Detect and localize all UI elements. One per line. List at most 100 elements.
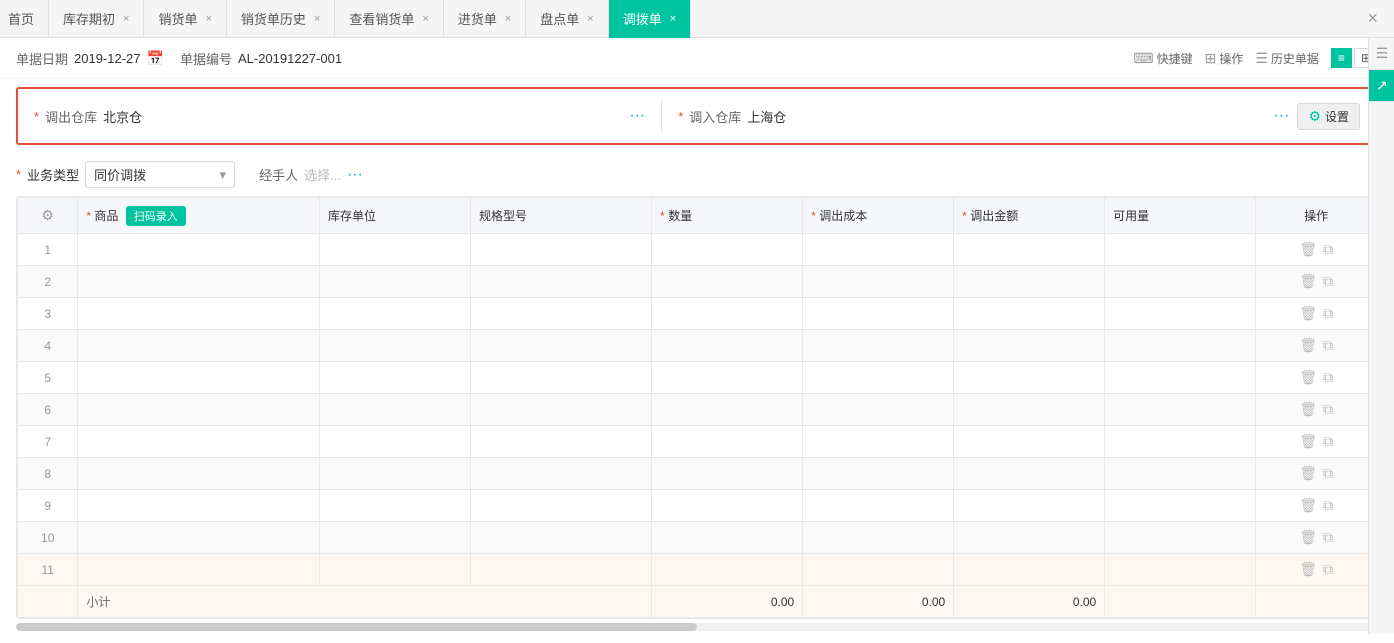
delete-icon[interactable]: 🗑 bbox=[1299, 369, 1317, 386]
row-amount[interactable] bbox=[954, 458, 1105, 490]
close-icon[interactable]: × bbox=[587, 13, 593, 25]
row-spec[interactable] bbox=[470, 394, 651, 426]
sidebar-list-icon[interactable]: ☰ bbox=[1369, 38, 1394, 70]
row-qty[interactable] bbox=[652, 522, 803, 554]
row-unit[interactable] bbox=[319, 234, 470, 266]
delete-icon[interactable]: 🗑 bbox=[1299, 465, 1317, 482]
row-qty[interactable] bbox=[652, 266, 803, 298]
tab-transfer[interactable]: 调拨单 × bbox=[609, 0, 691, 38]
copy-icon[interactable]: ⧉ bbox=[1323, 241, 1333, 258]
row-cost[interactable] bbox=[803, 330, 954, 362]
row-cost[interactable] bbox=[803, 554, 954, 586]
row-unit[interactable] bbox=[319, 490, 470, 522]
row-amount[interactable] bbox=[954, 554, 1105, 586]
tab-inventory-init[interactable]: 库存期初 × bbox=[49, 0, 144, 38]
close-icon[interactable]: × bbox=[205, 13, 211, 25]
copy-icon[interactable]: ⧉ bbox=[1323, 465, 1333, 482]
row-product[interactable] bbox=[78, 362, 320, 394]
row-qty[interactable] bbox=[652, 362, 803, 394]
row-product[interactable] bbox=[78, 490, 320, 522]
row-spec[interactable] bbox=[470, 426, 651, 458]
sidebar-expand-icon[interactable]: ↗ bbox=[1369, 70, 1394, 102]
row-product[interactable] bbox=[78, 330, 320, 362]
row-qty[interactable] bbox=[652, 298, 803, 330]
in-warehouse-more-btn[interactable]: ··· bbox=[1273, 107, 1289, 125]
copy-icon[interactable]: ⧉ bbox=[1323, 433, 1333, 450]
row-product[interactable] bbox=[78, 298, 320, 330]
row-cost[interactable] bbox=[803, 298, 954, 330]
copy-icon[interactable]: ⧉ bbox=[1323, 305, 1333, 322]
delete-icon[interactable]: 🗑 bbox=[1299, 305, 1317, 322]
tab-home[interactable]: 首页 bbox=[8, 0, 49, 38]
row-unit[interactable] bbox=[319, 266, 470, 298]
row-qty[interactable] bbox=[652, 330, 803, 362]
row-qty[interactable] bbox=[652, 490, 803, 522]
row-unit[interactable] bbox=[319, 362, 470, 394]
close-icon[interactable]: × bbox=[670, 13, 676, 25]
copy-icon[interactable]: ⧉ bbox=[1323, 497, 1333, 514]
calendar-icon[interactable]: 📅 bbox=[147, 50, 164, 67]
row-amount[interactable] bbox=[954, 490, 1105, 522]
row-cost[interactable] bbox=[803, 234, 954, 266]
settings-button[interactable]: ⚙ 设置 bbox=[1297, 103, 1360, 130]
row-amount[interactable] bbox=[954, 362, 1105, 394]
row-cost[interactable] bbox=[803, 490, 954, 522]
delete-icon[interactable]: 🗑 bbox=[1299, 273, 1317, 290]
row-amount[interactable] bbox=[954, 298, 1105, 330]
row-unit[interactable] bbox=[319, 298, 470, 330]
row-spec[interactable] bbox=[470, 458, 651, 490]
row-amount[interactable] bbox=[954, 394, 1105, 426]
row-spec[interactable] bbox=[470, 554, 651, 586]
copy-icon[interactable]: ⧉ bbox=[1323, 337, 1333, 354]
biz-type-select[interactable]: 同价调拨 ▾ bbox=[85, 161, 235, 188]
row-product[interactable] bbox=[78, 394, 320, 426]
operations-btn[interactable]: ⊞ 操作 bbox=[1205, 50, 1244, 67]
row-qty[interactable] bbox=[652, 426, 803, 458]
row-cost[interactable] bbox=[803, 394, 954, 426]
row-cost[interactable] bbox=[803, 362, 954, 394]
row-amount[interactable] bbox=[954, 426, 1105, 458]
row-unit[interactable] bbox=[319, 330, 470, 362]
delete-icon[interactable]: 🗑 bbox=[1299, 497, 1317, 514]
delete-icon[interactable]: 🗑 bbox=[1299, 337, 1317, 354]
row-cost[interactable] bbox=[803, 522, 954, 554]
row-unit[interactable] bbox=[319, 426, 470, 458]
row-cost[interactable] bbox=[803, 426, 954, 458]
row-spec[interactable] bbox=[470, 298, 651, 330]
row-unit[interactable] bbox=[319, 394, 470, 426]
history-btn[interactable]: ☰ 历史单据 bbox=[1255, 50, 1319, 67]
row-spec[interactable] bbox=[470, 234, 651, 266]
row-product[interactable] bbox=[78, 522, 320, 554]
row-spec[interactable] bbox=[470, 490, 651, 522]
row-spec[interactable] bbox=[470, 522, 651, 554]
row-qty[interactable] bbox=[652, 394, 803, 426]
close-icon[interactable]: × bbox=[422, 13, 428, 25]
row-spec[interactable] bbox=[470, 266, 651, 298]
row-qty[interactable] bbox=[652, 554, 803, 586]
tab-sales-order[interactable]: 销货单 × bbox=[144, 0, 226, 38]
tab-view-sales[interactable]: 查看销货单 × bbox=[335, 0, 443, 38]
row-product[interactable] bbox=[78, 234, 320, 266]
copy-icon[interactable]: ⧉ bbox=[1323, 401, 1333, 418]
row-unit[interactable] bbox=[319, 554, 470, 586]
delete-icon[interactable]: 🗑 bbox=[1299, 529, 1317, 546]
delete-icon[interactable]: 🗑 bbox=[1299, 433, 1317, 450]
row-cost[interactable] bbox=[803, 266, 954, 298]
row-product[interactable] bbox=[78, 426, 320, 458]
row-amount[interactable] bbox=[954, 522, 1105, 554]
row-qty[interactable] bbox=[652, 458, 803, 490]
tab-inventory-check[interactable]: 盘点单 × bbox=[526, 0, 608, 38]
shortcuts-btn[interactable]: ⌨ 快捷键 bbox=[1133, 50, 1192, 67]
row-qty[interactable] bbox=[652, 234, 803, 266]
tab-purchase-order[interactable]: 进货单 × bbox=[444, 0, 526, 38]
row-product[interactable] bbox=[78, 266, 320, 298]
copy-icon[interactable]: ⧉ bbox=[1323, 369, 1333, 386]
person-more-btn[interactable]: ··· bbox=[347, 166, 363, 184]
delete-icon[interactable]: 🗑 bbox=[1299, 561, 1317, 578]
copy-icon[interactable]: ⧉ bbox=[1323, 273, 1333, 290]
table-settings-icon[interactable]: ⚙ bbox=[41, 207, 54, 224]
copy-icon[interactable]: ⧉ bbox=[1323, 561, 1333, 578]
tab-sales-history[interactable]: 销货单历史 × bbox=[227, 0, 335, 38]
scan-entry-btn[interactable]: 扫码录入 bbox=[126, 206, 186, 226]
row-amount[interactable] bbox=[954, 266, 1105, 298]
